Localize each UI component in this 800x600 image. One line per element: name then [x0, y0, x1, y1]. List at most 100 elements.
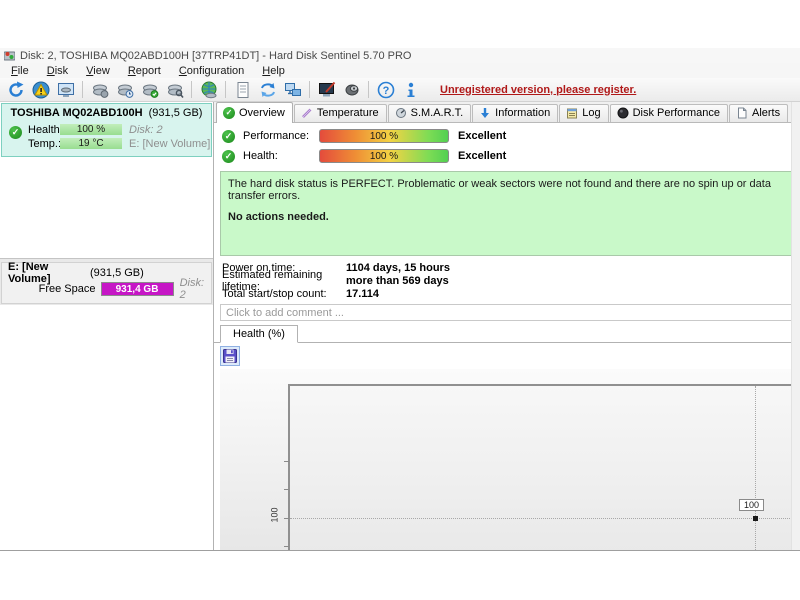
tab-information[interactable]: Information: [472, 104, 559, 122]
sync-button[interactable]: [256, 79, 279, 100]
tab-label: Information: [495, 107, 551, 119]
disk-list-item-selected[interactable]: TOSHIBA MQ02ABD100H (931,5 GB) Health: 1…: [1, 103, 212, 157]
disk-sphere-icon: [617, 107, 629, 119]
menu-help[interactable]: Help: [253, 65, 294, 77]
stat-row-start-stop-count: Total start/stop count: 17.114: [222, 287, 792, 300]
vertical-scrollbar[interactable]: [791, 102, 800, 550]
tab-label: S.M.A.R.T.: [410, 107, 464, 119]
world-disk-icon: [201, 81, 216, 98]
smart-gauge-icon: [395, 107, 407, 119]
title-bar[interactable]: Disk: 2, TOSHIBA MQ02ABD100H [37TRP41DT]…: [0, 48, 800, 63]
status-alert-button[interactable]: [29, 79, 52, 100]
monitor-disk-button[interactable]: [54, 79, 77, 100]
performance-ok-icon: [222, 129, 235, 143]
health-label: Health:: [243, 150, 278, 162]
sidebar-empty-area: [0, 305, 213, 550]
refresh-button[interactable]: [4, 79, 27, 100]
save-chart-button[interactable]: [220, 346, 240, 366]
chart-plot-area: [288, 384, 792, 550]
stats-section: Power on time: 1104 days, 15 hours Estim…: [222, 261, 792, 300]
toolbar-separator: [309, 81, 310, 98]
information-icon: [407, 82, 414, 97]
menu-disk[interactable]: Disk: [38, 65, 77, 77]
tab-label: Log: [582, 107, 601, 119]
chart-point-label: 100: [739, 499, 765, 511]
configuration-icon: [318, 81, 335, 96]
overview-check-icon: [223, 106, 235, 119]
chart-tab-health[interactable]: Health (%): [220, 325, 298, 343]
chart-axis-tick: [284, 489, 289, 490]
sync-icon: [260, 82, 275, 97]
app-window: Disk: 2, TOSHIBA MQ02ABD100H [37TRP41DT]…: [0, 48, 800, 551]
free-space-bar: 931,4 GB: [100, 282, 174, 296]
menu-report[interactable]: Report: [119, 65, 170, 77]
volume-name: E: [New Volume]: [8, 261, 51, 285]
sound-icon: [345, 84, 358, 95]
stat-row-remaining-lifetime: Estimated remaining lifetime: more than …: [222, 269, 792, 293]
menu-file[interactable]: File: [2, 65, 38, 77]
refresh-icon: [8, 81, 23, 97]
save-floppy-icon: [223, 349, 237, 363]
performance-row: Performance: 100 % Excellent: [222, 129, 792, 143]
disk-settings-button[interactable]: [88, 79, 111, 100]
free-space-label: Free Space: [38, 283, 96, 295]
chart-vgridline: [755, 386, 756, 550]
performance-label: Performance:: [243, 130, 310, 142]
disk-status-ok-icon: [9, 126, 22, 139]
network-icon: [284, 82, 301, 96]
tab-label: Overview: [239, 106, 285, 119]
tab-log[interactable]: Log: [559, 104, 609, 122]
tab-overview[interactable]: Overview: [216, 102, 293, 123]
disk-search-icon: [167, 84, 184, 98]
register-link[interactable]: Unregistered version, please register.: [440, 84, 636, 96]
information-button[interactable]: [399, 79, 422, 100]
health-label: Health:: [28, 123, 63, 136]
help-button[interactable]: ?: [374, 79, 397, 100]
comment-input[interactable]: Click to add comment ...: [220, 304, 792, 321]
volume-disk-label: Disk: 2: [179, 277, 205, 301]
volume-list-item[interactable]: E: [New Volume] (931,5 GB) Free Space 93…: [1, 261, 212, 304]
world-disk-button[interactable]: [197, 79, 220, 100]
chart-hgridline: [290, 518, 792, 519]
tab-disk-performance[interactable]: Disk Performance: [609, 104, 728, 122]
disk-number-label: Disk: 2: [129, 123, 163, 136]
menu-view[interactable]: View: [77, 65, 119, 77]
disk-settings-icon: [92, 84, 108, 98]
toolbar-separator: [191, 81, 192, 98]
performance-rating: Excellent: [458, 130, 507, 142]
network-button[interactable]: [281, 79, 304, 100]
health-rating: Excellent: [458, 150, 507, 162]
stat-value: 17.114: [346, 287, 380, 300]
volume-free-row: Free Space 931,4 GB Disk: 2: [2, 277, 211, 301]
tab-temperature[interactable]: Temperature: [293, 104, 387, 122]
main-panel: Overview Temperature S.M.A.R.T.: [214, 102, 800, 550]
tab-smart[interactable]: S.M.A.R.T.: [387, 104, 472, 122]
health-meter: 100 %: [319, 149, 449, 163]
temp-bar: 19 °C: [60, 138, 122, 149]
volume-size: (931,5 GB): [90, 267, 144, 279]
disk-search-button[interactable]: [163, 79, 186, 100]
sidebar: TOSHIBA MQ02ABD100H (931,5 GB) Health: 1…: [0, 102, 214, 550]
tab-label: Temperature: [316, 107, 379, 119]
configuration-button[interactable]: [315, 79, 338, 100]
disk-clock-button[interactable]: [113, 79, 136, 100]
stat-value: 1104 days, 15 hours: [346, 261, 450, 274]
report-icon: [237, 81, 248, 98]
chart-axis-tick: [284, 518, 289, 519]
sound-button[interactable]: [340, 79, 363, 100]
stat-label: Total start/stop count:: [222, 287, 327, 300]
report-button[interactable]: [231, 79, 254, 100]
menu-configuration[interactable]: Configuration: [170, 65, 253, 77]
tab-alerts[interactable]: Alerts: [728, 104, 789, 122]
chart-axis-tick: [284, 546, 289, 547]
toolbar-separator: [225, 81, 226, 98]
disk-ok-button[interactable]: [138, 79, 161, 100]
thermometer-icon: [301, 107, 313, 119]
toolbar: ? Unregistered version, please register.: [0, 78, 800, 102]
chart-toolbar: [220, 346, 792, 366]
stat-value: more than 569 days: [346, 274, 449, 287]
health-bar: 100 %: [60, 124, 122, 135]
log-notepad-icon: [566, 107, 578, 119]
app-icon: [4, 51, 15, 61]
alerts-page-icon: [736, 107, 748, 119]
